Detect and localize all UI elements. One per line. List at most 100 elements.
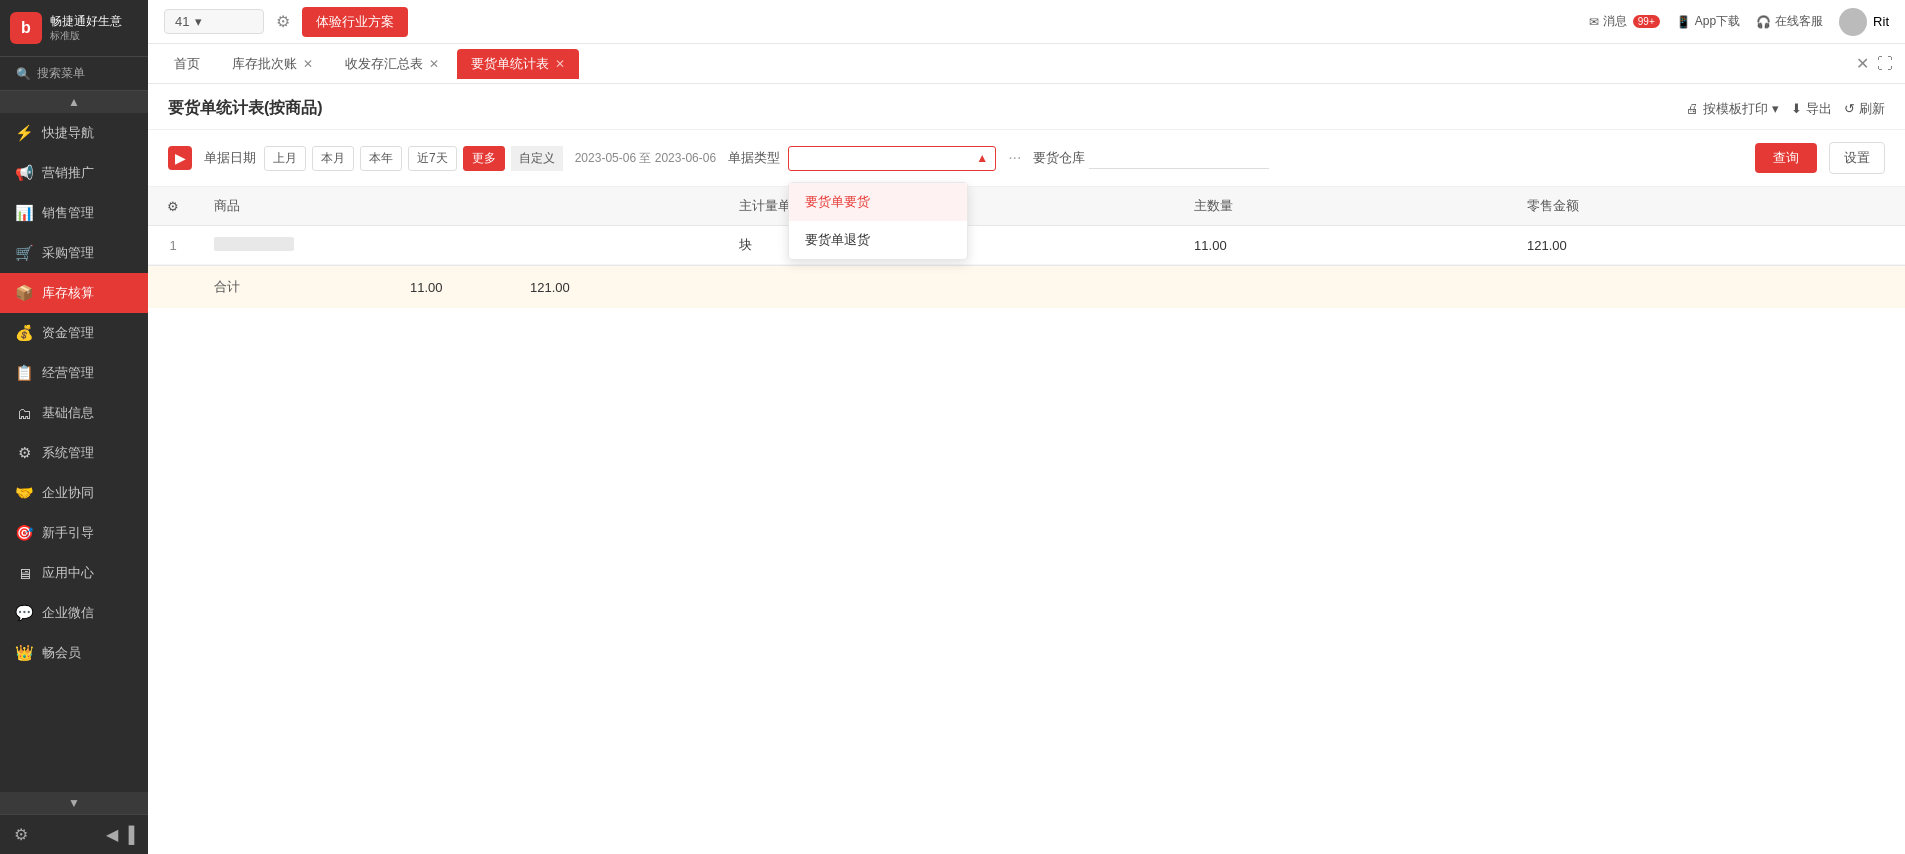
- sidebar-item-finance[interactable]: 💰资金管理: [0, 313, 148, 353]
- print-arrow-icon: ▾: [1772, 101, 1779, 116]
- footer-spacer: [274, 280, 394, 295]
- refresh-btn[interactable]: ↺ 刷新: [1844, 100, 1885, 118]
- brand-name: 畅捷通好生意: [50, 13, 122, 30]
- settings-btn[interactable]: 设置: [1829, 142, 1885, 174]
- date-prev-btn[interactable]: 上月: [264, 146, 306, 171]
- date-7days-btn[interactable]: 近7天: [408, 146, 457, 171]
- product-placeholder: [214, 237, 294, 251]
- page-area: 要货单统计表(按商品) 🖨 按模板打印 ▾ ⬇ 导出 ↺ 刷新 ▶: [148, 84, 1905, 854]
- nav-label-system: 系统管理: [42, 444, 94, 462]
- app-icon: 📱: [1676, 15, 1691, 29]
- date-curr-btn[interactable]: 本月: [312, 146, 354, 171]
- sidebar-item-quick-nav[interactable]: ⚡ 快捷导航: [0, 113, 148, 153]
- purchase-icon: 🛒: [14, 243, 34, 263]
- expand-window-btn[interactable]: ⛶: [1877, 55, 1893, 73]
- sidebar-item-marketing[interactable]: 📢营销推广: [0, 153, 148, 193]
- sales-icon: 📊: [14, 203, 34, 223]
- tab-home[interactable]: 首页: [160, 49, 214, 79]
- online-service-btn[interactable]: 🎧 在线客服: [1756, 13, 1823, 30]
- page-header: 要货单统计表(按商品) 🖨 按模板打印 ▾ ⬇ 导出 ↺ 刷新: [148, 84, 1905, 130]
- date-custom-btn[interactable]: 自定义: [511, 146, 563, 171]
- sidebar-item-wechat[interactable]: 💬企业微信: [0, 593, 148, 633]
- date-more-btn[interactable]: 更多: [463, 146, 505, 171]
- tab-batch-inventory[interactable]: 库存批次账 ✕: [218, 49, 327, 79]
- trial-btn[interactable]: 体验行业方案: [302, 7, 408, 37]
- nav-label-operations: 经营管理: [42, 364, 94, 382]
- sidebar-footer: ⚙ ◀ ▐: [0, 814, 148, 854]
- basics-icon: 🗂: [14, 403, 34, 423]
- sidebar-item-system[interactable]: ⚙系统管理: [0, 433, 148, 473]
- nav-label-basics: 基础信息: [42, 404, 94, 422]
- app-center-icon: 🖥: [14, 563, 34, 583]
- col-quantity: 主数量: [1178, 187, 1511, 226]
- tab-close-receive-summary[interactable]: ✕: [429, 57, 439, 71]
- service-icon: 🎧: [1756, 15, 1771, 29]
- sidebar-nav: ⚡ 快捷导航 📢营销推广 📊 销售管理 🛒 采购管理 📦 库存核算 💰资金管理📋经营管理 🗂 基础信息…: [0, 113, 148, 792]
- nav-label-inventory: 库存核算: [42, 284, 94, 302]
- brand-sub: 标准版: [50, 29, 122, 43]
- table-body: 1 块 11.00 121.00: [148, 226, 1905, 265]
- inventory-icon: 📦: [14, 283, 34, 303]
- print-btn[interactable]: 🖨 按模板打印 ▾: [1686, 100, 1779, 118]
- gear-icon[interactable]: ⚙: [276, 12, 290, 31]
- nav-label-members: 畅会员: [42, 644, 81, 662]
- sidebar-scroll-down[interactable]: ▼: [0, 792, 148, 814]
- table-row: 1 块 11.00 121.00: [148, 226, 1905, 265]
- sidebar-item-sales[interactable]: 📊 销售管理: [0, 193, 148, 233]
- sidebar-item-guide[interactable]: 🎯 新手引导: [0, 513, 148, 553]
- doc-type-input[interactable]: [788, 146, 996, 171]
- col-settings[interactable]: ⚙: [148, 187, 198, 226]
- dropdown-item-order-request[interactable]: 要货单要货: [789, 183, 967, 221]
- nav-label-guide: 新手引导: [42, 524, 94, 542]
- collapse-icon[interactable]: ◀ ▐: [106, 825, 134, 844]
- close-window-btn[interactable]: ✕: [1856, 54, 1869, 73]
- dropdown-item-order-return[interactable]: 要货单退货: [789, 221, 967, 259]
- warehouse-input[interactable]: [1089, 147, 1269, 169]
- guide-icon: 🎯: [14, 523, 34, 543]
- topbar-left: 41 ▾ ⚙ 体验行业方案: [164, 7, 408, 37]
- filter-toggle-btn[interactable]: ▶: [168, 146, 192, 170]
- sidebar-scroll-up[interactable]: ▲: [0, 91, 148, 113]
- tab-close-order-stats[interactable]: ✕: [555, 57, 565, 71]
- org-value: 41: [175, 14, 189, 29]
- col-product: 商品: [198, 187, 723, 226]
- sidebar-item-operations[interactable]: 📋经营管理: [0, 353, 148, 393]
- nav-label-sales: 销售管理: [42, 204, 94, 222]
- finance-icon: 💰: [14, 323, 34, 343]
- sidebar-item-app-center[interactable]: 🖥应用中心: [0, 553, 148, 593]
- sidebar-item-enterprise[interactable]: 🤝企业协同: [0, 473, 148, 513]
- sidebar-search[interactable]: 🔍 搜索菜单: [0, 57, 148, 91]
- tab-label-batch-inventory: 库存批次账: [232, 55, 297, 73]
- sidebar-item-members[interactable]: 👑 畅会员: [0, 633, 148, 673]
- cell-amount[interactable]: 121.00: [1511, 226, 1905, 265]
- date-btns: 上月 本月 本年 近7天 更多 自定义: [264, 146, 563, 171]
- nav-label-quick-nav: 快捷导航: [42, 124, 94, 142]
- date-year-btn[interactable]: 本年: [360, 146, 402, 171]
- user-name: Rit: [1873, 14, 1889, 29]
- topbar-org-dropdown[interactable]: 41 ▾: [164, 9, 264, 34]
- messages-btn[interactable]: ✉ 消息 99+: [1589, 13, 1660, 30]
- sidebar-item-basics[interactable]: 🗂 基础信息: [0, 393, 148, 433]
- nav-label-purchase: 采购管理: [42, 244, 94, 262]
- user-menu[interactable]: Rit: [1839, 8, 1889, 36]
- table-settings-icon[interactable]: ⚙: [167, 199, 179, 214]
- query-btn[interactable]: 查询: [1755, 143, 1817, 173]
- cell-quantity[interactable]: 11.00: [1178, 226, 1511, 265]
- quick-nav-icon: ⚡: [14, 123, 34, 143]
- sidebar-item-inventory[interactable]: 📦 库存核算: [0, 273, 148, 313]
- app-download-btn[interactable]: 📱 App下载: [1676, 13, 1740, 30]
- print-icon: 🖨: [1686, 101, 1699, 116]
- col-amount: 零售金额: [1511, 187, 1905, 226]
- footer-quantity: 11.00: [394, 280, 514, 295]
- table-footer: 合计 11.00 121.00: [148, 265, 1905, 308]
- settings-icon[interactable]: ⚙: [14, 825, 28, 844]
- dropdown-arrow-icon: ▾: [195, 14, 202, 29]
- tab-close-batch-inventory[interactable]: ✕: [303, 57, 313, 71]
- tab-receive-summary[interactable]: 收发存汇总表✕: [331, 49, 453, 79]
- export-btn[interactable]: ⬇ 导出: [1791, 100, 1832, 118]
- sidebar-item-purchase[interactable]: 🛒 采购管理: [0, 233, 148, 273]
- doc-type-more-btn[interactable]: ···: [1008, 149, 1021, 167]
- members-icon: 👑: [14, 643, 34, 663]
- tab-order-stats[interactable]: 要货单统计表✕: [457, 49, 579, 79]
- sidebar: b 畅捷通好生意 标准版 🔍 搜索菜单 ▲ ⚡快捷导航📢营销推广📊销售管理🛒采购…: [0, 0, 148, 854]
